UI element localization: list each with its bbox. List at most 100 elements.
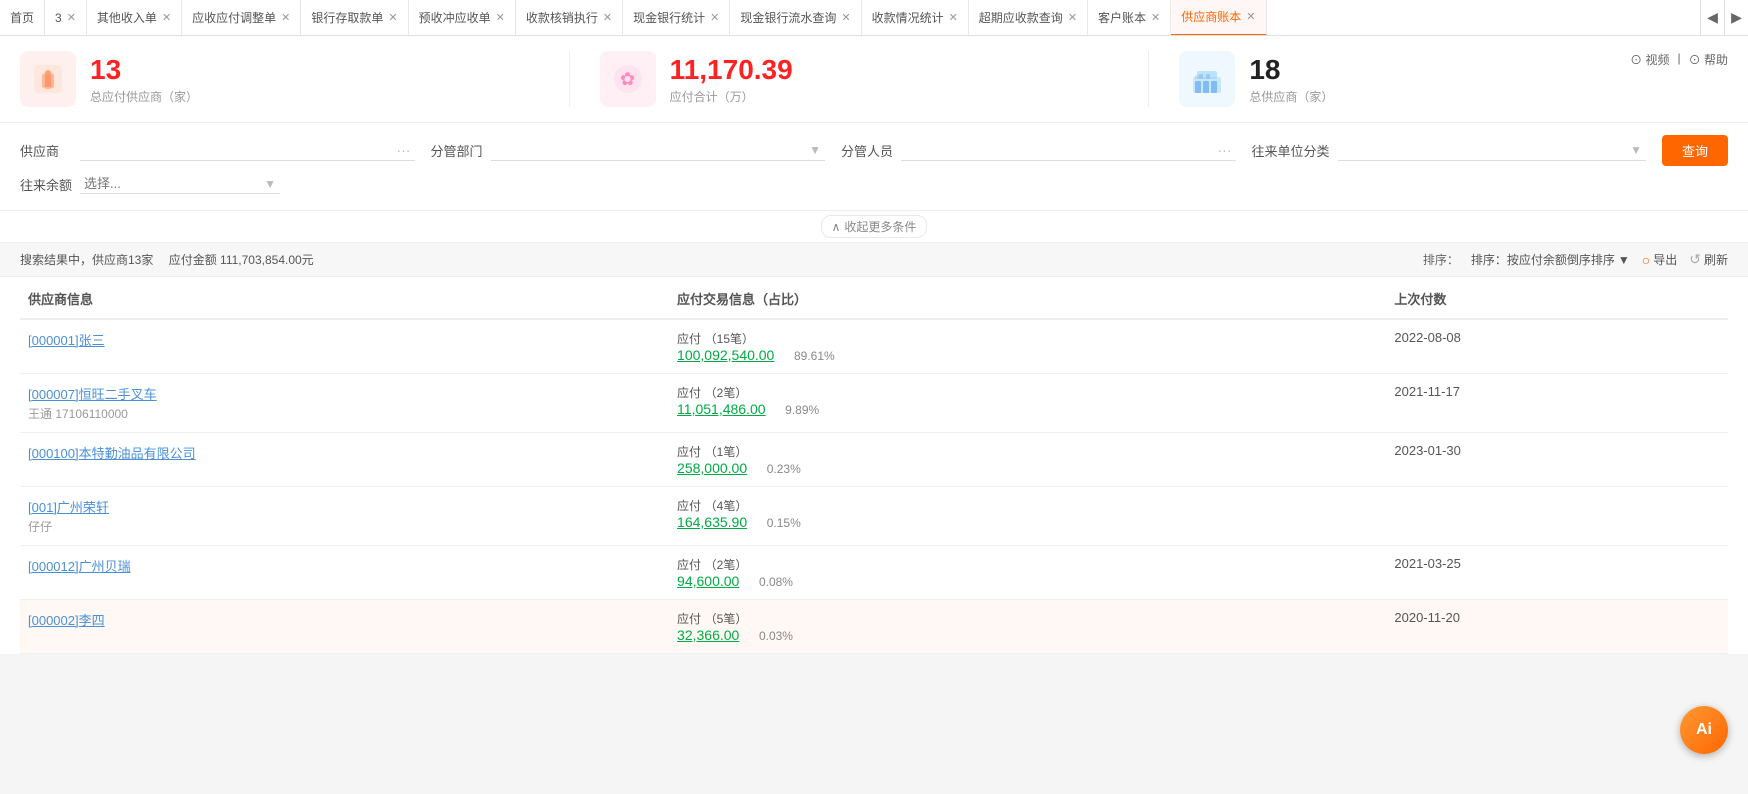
unit-type-input[interactable] — [1342, 143, 1631, 158]
ap-amount-6[interactable]: 32,366.00 — [677, 627, 739, 643]
ap-percent-2: 9.89% — [785, 403, 819, 417]
balance-dropdown-icon[interactable]: ▼ — [264, 177, 276, 191]
summary-ap-amount-icon: ✿ — [600, 51, 656, 107]
lastpay-cell-1: 2022-08-08 — [1386, 319, 1728, 374]
svg-text:✿: ✿ — [620, 69, 635, 89]
filter-balance-wrap: ▼ — [80, 174, 280, 194]
nav-tab-receipt-verify-label: 收款核销执行 — [526, 9, 598, 26]
person-input[interactable] — [905, 143, 1217, 158]
nav-tab-prepay-offset[interactable]: 预收冲应收单 ✕ — [409, 0, 516, 36]
nav-tab-home[interactable]: 首页 — [0, 0, 45, 36]
nav-next-button[interactable]: ▶ — [1724, 0, 1748, 36]
ai-button[interactable]: Ai — [1680, 706, 1728, 754]
ap-percent-3: 0.23% — [767, 462, 801, 476]
lastpay-cell-4 — [1386, 487, 1728, 546]
transaction-cell-6: 应付 （5笔） 32,366.00 0.03% — [669, 600, 1386, 654]
data-table: 供应商信息 应付交易信息（占比） 上次付数 [000001]张三 — [20, 277, 1728, 654]
lastpay-date-2: 2021-11-17 — [1394, 384, 1460, 399]
result-bar-actions: 排序： 排序：按应付余额倒序排序 ▼ ○ 导出 ↺ 刷新 — [1423, 251, 1728, 268]
help-link[interactable]: ⊙ 帮助 — [1689, 51, 1728, 68]
nav-tab-receipt-verify[interactable]: 收款核销执行 ✕ — [516, 0, 623, 36]
supplier-link-5[interactable]: [000012]广州贝瑞 — [28, 556, 661, 575]
person-dots-icon[interactable]: ··· — [1218, 142, 1232, 158]
export-icon: ○ — [1642, 252, 1650, 268]
supplier-link-1[interactable]: [000001]张三 — [28, 330, 661, 349]
supplier-link-3[interactable]: [000100]本特勤油品有限公司 — [28, 443, 661, 462]
lastpay-date-3: 2023-01-30 — [1394, 443, 1461, 458]
nav-tab-ar-ap-adjust-close[interactable]: ✕ — [281, 11, 290, 24]
ap-amount-3[interactable]: 258,000.00 — [677, 460, 747, 476]
nav-tab-receipt-stat-close[interactable]: ✕ — [949, 11, 958, 24]
export-button[interactable]: ○ 导出 — [1642, 251, 1677, 268]
query-button[interactable]: 查询 — [1662, 135, 1728, 166]
collapse-button[interactable]: ∧ 收起更多条件 — [821, 215, 928, 238]
supplier-cell-5: [000012]广州贝瑞 — [20, 546, 669, 600]
nav-tab-prepay-offset-label: 预收冲应收单 — [419, 9, 491, 26]
filter-dept: 分管部门 ▼ — [431, 141, 826, 161]
table-row: [000100]本特勤油品有限公司 应付 （1笔） 258,000.00 0.2… — [20, 433, 1728, 487]
supplier-sub-2: 王通 17106110000 — [28, 405, 661, 422]
table-row: [000012]广州贝瑞 应付 （2笔） 94,600.00 0.08% 202… — [20, 546, 1728, 600]
collapse-up-icon: ∧ — [832, 220, 841, 234]
summary-bar: 13 总应付供应商（家） ✿ 11,170.39 应付合计（万） — [0, 36, 1748, 123]
nav-tab-customer-ledger-close[interactable]: ✕ — [1151, 11, 1160, 24]
nav-tab-prepay-offset-close[interactable]: ✕ — [496, 11, 505, 24]
lastpay-cell-2: 2021-11-17 — [1386, 374, 1728, 433]
filter-person-label: 分管人员 — [841, 141, 893, 160]
summary-total-suppliers-number: 18 — [1249, 53, 1333, 87]
ap-amount-1[interactable]: 100,092,540.00 — [677, 347, 774, 363]
dept-dropdown-icon[interactable]: ▼ — [809, 143, 821, 157]
supplier-dots-icon[interactable]: ··· — [397, 142, 411, 158]
col-header-lastpay: 上次付数 — [1386, 277, 1728, 319]
nav-tab-overdue-ar-close[interactable]: ✕ — [1068, 11, 1077, 24]
refresh-icon: ↺ — [1689, 251, 1701, 268]
supplier-link-6[interactable]: [000002]李四 — [28, 610, 661, 629]
supplier-link-2[interactable]: [000007]恒旺二手叉车 — [28, 384, 661, 403]
nav-tab-cash-bank-query[interactable]: 现金银行流水查询 ✕ — [730, 0, 861, 36]
nav-tab-ar-ap-adjust[interactable]: 应收应付调整单 ✕ — [182, 0, 301, 36]
transaction-cell-5: 应付 （2笔） 94,600.00 0.08% — [669, 546, 1386, 600]
nav-tab-other-income[interactable]: 其他收入单 ✕ — [87, 0, 182, 36]
nav-tab-overdue-ar-label: 超期应收款查询 — [979, 9, 1063, 26]
dept-input[interactable] — [495, 143, 810, 158]
summary-total-suppliers-label: 总供应商（家） — [1249, 88, 1333, 105]
nav-tab-receipt-stat[interactable]: 收款情况统计 ✕ — [862, 0, 969, 36]
table-header: 供应商信息 应付交易信息（占比） 上次付数 — [20, 277, 1728, 319]
summary-ap-suppliers-number: 13 — [90, 53, 198, 87]
filter-unit-type-wrap: ▼ — [1338, 141, 1646, 161]
transaction-info-4: 应付 （4笔） — [677, 497, 1378, 514]
nav-tab-supplier-ledger[interactable]: 供应商账本 ✕ — [1171, 0, 1266, 36]
table-body: [000001]张三 应付 （15笔） 100,092,540.00 89.61… — [20, 319, 1728, 654]
nav-tab-overdue-ar[interactable]: 超期应收款查询 ✕ — [969, 0, 1088, 36]
balance-input[interactable] — [84, 176, 264, 191]
ai-label: Ai — [1696, 721, 1712, 739]
summary-ap-suppliers: 13 总应付供应商（家） — [20, 51, 570, 107]
nav-tab-3-close[interactable]: ✕ — [67, 11, 76, 24]
nav-tab-cash-bank-query-label: 现金银行流水查询 — [740, 9, 836, 26]
supplier-input[interactable] — [84, 143, 397, 158]
top-right-links: ⊙ 视频 | ⊙ 帮助 — [1630, 51, 1728, 68]
nav-tab-other-income-close[interactable]: ✕ — [162, 11, 171, 24]
ap-amount-4[interactable]: 164,635.90 — [677, 514, 747, 530]
table-row: [000001]张三 应付 （15笔） 100,092,540.00 89.61… — [20, 319, 1728, 374]
video-link[interactable]: ⊙ 视频 — [1630, 51, 1669, 68]
nav-tab-cash-bank-query-close[interactable]: ✕ — [841, 11, 850, 24]
nav-tab-cash-bank-stat-close[interactable]: ✕ — [710, 11, 719, 24]
nav-tab-customer-ledger[interactable]: 客户账本 ✕ — [1088, 0, 1171, 36]
ap-amount-2[interactable]: 11,051,486.00 — [677, 401, 766, 417]
nav-tab-3[interactable]: 3 ✕ — [45, 0, 87, 36]
supplier-link-4[interactable]: [001]广州荣轩 — [28, 497, 661, 516]
nav-tab-cash-bank-stat[interactable]: 现金银行统计 ✕ — [623, 0, 730, 36]
nav-prev-button[interactable]: ◀ — [1700, 0, 1724, 36]
ap-amount-5[interactable]: 94,600.00 — [677, 573, 739, 589]
unit-type-dropdown-icon[interactable]: ▼ — [1630, 143, 1642, 157]
nav-tab-receipt-verify-close[interactable]: ✕ — [603, 11, 612, 24]
sort-button[interactable]: 排序：按应付余额倒序排序 ▼ — [1471, 251, 1630, 268]
supplier-cell-4: [001]广州荣轩 仔仔 — [20, 487, 669, 546]
nav-tab-bank-deposit[interactable]: 银行存取款单 ✕ — [301, 0, 408, 36]
filter-supplier: 供应商 ··· — [20, 140, 415, 161]
nav-tab-bank-deposit-close[interactable]: ✕ — [388, 11, 397, 24]
nav-tab-supplier-ledger-close[interactable]: ✕ — [1246, 10, 1255, 23]
refresh-button[interactable]: ↺ 刷新 — [1689, 251, 1728, 268]
ap-percent-1: 89.61% — [794, 349, 835, 363]
